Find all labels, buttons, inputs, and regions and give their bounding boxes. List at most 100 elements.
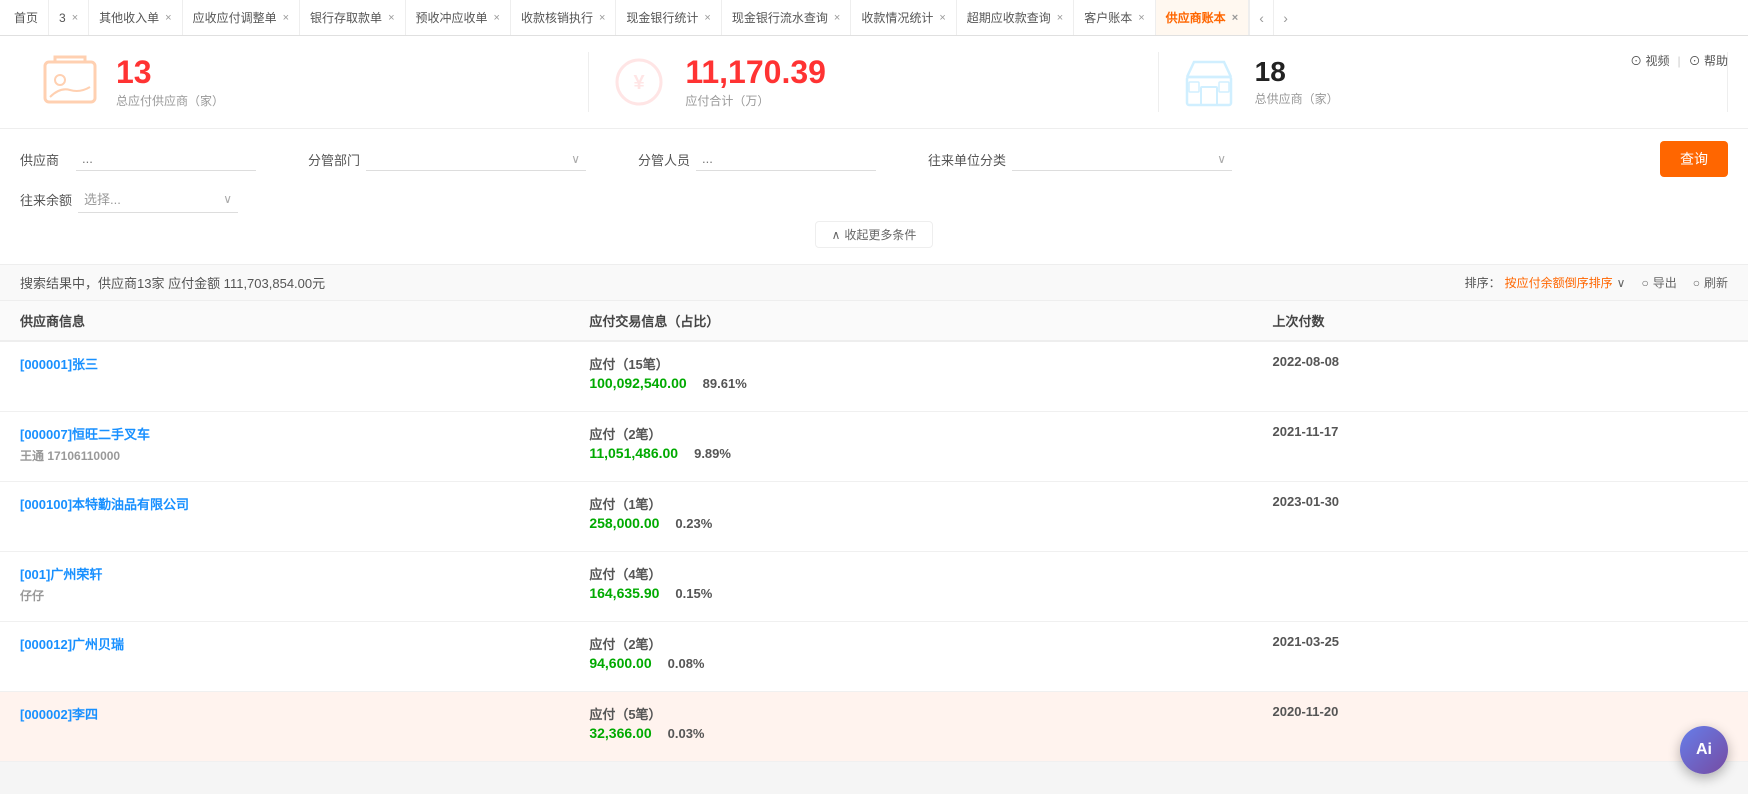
table-header: 供应商信息 应付交易信息（占比） 上次付数 [0,301,1748,342]
close-icon[interactable]: × [704,12,710,24]
nav-tab-bank-deposit[interactable]: 银行存取款单 × [300,0,405,36]
tx-amount[interactable]: 94,600.00 [589,655,651,671]
close-icon[interactable]: × [388,12,394,24]
export-icon: ○ [1641,276,1648,290]
ap-amount-label: 应付合计（万） [685,92,826,109]
col-header-supplier: 供应商信息 [20,311,589,330]
video-link[interactable]: ⊙ 视频 [1630,52,1669,69]
nav-tab-prepay[interactable]: 预收冲应收单 × [406,0,511,36]
nav-tab-overdue[interactable]: 超期应收款查询 × [957,0,1074,36]
tx-pct: 9.89% [694,446,731,461]
ai-button[interactable]: Ai [1680,726,1728,774]
last-pay-date: 2021-11-17 [1273,424,1339,439]
nav-tab-3[interactable]: 3 × [49,0,89,36]
supplier-name-link[interactable]: [000007]恒旺二手叉车 [20,427,150,442]
close-icon[interactable]: × [834,12,840,24]
tx-amount[interactable]: 100,092,540.00 [589,375,686,391]
chevron-down-icon: ∨ [223,192,232,206]
nav-tab-payment-exec[interactable]: 收款核销执行 × [511,0,616,36]
close-icon[interactable]: × [939,12,945,24]
last-pay-date: 2023-01-30 [1273,494,1340,509]
ap-amount-number: 11,170.39 [685,56,826,88]
nav-tab-customer-ledger[interactable]: 客户账本 × [1074,0,1155,36]
tx-desc: 应付（1笔） [589,494,1272,513]
tx-amount[interactable]: 11,051,486.00 [589,445,678,461]
nav-tab-payment-exec-label: 收款核销执行 [521,9,593,26]
nav-tab-supplier-ledger[interactable]: 供应商账本 × [1156,0,1249,36]
nav-tab-other-income[interactable]: 其他收入单 × [89,0,182,36]
refresh-button[interactable]: ○ 刷新 [1693,274,1728,291]
nav-tab-customer-ledger-label: 客户账本 [1084,9,1132,26]
supplier-name-link[interactable]: [000001]张三 [20,357,98,372]
balance-filter-select[interactable]: 选择... ∨ [78,185,238,213]
supplier-filter-input[interactable] [76,147,256,171]
summary-ap-suppliers-info: 13 总应付供应商（家） [116,56,224,109]
person-filter-input[interactable] [696,147,876,171]
svg-text:¥: ¥ [634,72,646,94]
nav-tab-ar-ap-adjust[interactable]: 应收应付调整单 × [183,0,300,36]
category-filter-select[interactable]: ∨ [1012,148,1232,171]
tx-pct: 89.61% [703,376,747,391]
sort-arrow-icon: ∨ [1617,276,1626,290]
transaction-cell: 应付（4笔） 164,635.90 0.15% [589,564,1272,601]
ap-suppliers-number: 13 [116,56,224,88]
last-pay-date: 2022-08-08 [1273,354,1340,369]
collapse-button[interactable]: ∧ 收起更多条件 [815,221,934,248]
supplier-contact: 王通 17106110000 [20,447,589,464]
query-button[interactable]: 查询 [1660,141,1728,177]
supplier-name-link[interactable]: [000002]李四 [20,707,98,722]
tx-desc: 应付（5笔） [589,704,1272,723]
tx-amount[interactable]: 164,635.90 [589,585,659,601]
dept-filter-select[interactable]: ∨ [366,148,586,171]
tx-amount[interactable]: 32,366.00 [589,725,651,741]
nav-tab-cash-bank-stat-label: 现金银行统计 [626,9,698,26]
close-icon[interactable]: × [72,12,78,24]
table-row: [000002]李四 应付（5笔） 32,366.00 0.03% 2020-1… [0,692,1748,762]
nav-tab-home-label: 首页 [14,9,38,26]
supplier-info-cell: [000007]恒旺二手叉车 王通 17106110000 [20,424,589,464]
help-link[interactable]: ⊙ 帮助 [1689,52,1728,69]
person-filter-label: 分管人员 [638,150,690,169]
nav-tab-payment-stat[interactable]: 收款情况统计 × [851,0,956,36]
last-pay-cell: 2023-01-30 [1273,494,1728,509]
nav-tab-overdue-label: 超期应收款查询 [967,9,1051,26]
supplier-name-link[interactable]: [000012]广州贝瑞 [20,637,124,652]
top-navigation: 首页 3 × 其他收入单 × 应收应付调整单 × 银行存取款单 × 预收冲应收单… [0,0,1748,36]
filter-category: 往来单位分类 ∨ [928,148,1232,171]
nav-tab-home[interactable]: 首页 [4,0,49,36]
category-filter-label: 往来单位分类 [928,150,1006,169]
close-icon[interactable]: × [1057,12,1063,24]
tx-amount[interactable]: 258,000.00 [589,515,659,531]
right-tools: 排序： 按应付余额倒序排序 ∨ ○ 导出 ○ 刷新 [1465,274,1728,291]
nav-tab-cash-bank-flow[interactable]: 现金银行流水查询 × [722,0,851,36]
last-pay-cell: 2021-03-25 [1273,634,1728,649]
close-icon[interactable]: × [1232,12,1238,24]
supplier-info-cell: [000012]广州贝瑞 [20,634,589,657]
close-icon[interactable]: × [165,12,171,24]
total-suppliers-number: 18 [1255,58,1339,86]
filter-supplier: 供应商 [20,147,256,171]
close-icon[interactable]: × [494,12,500,24]
export-button[interactable]: ○ 导出 [1641,274,1676,291]
supplier-contact: 仔仔 [20,587,589,604]
close-icon[interactable]: × [1138,12,1144,24]
supplier-info-cell: [001]广州荣轩 仔仔 [20,564,589,604]
tx-desc: 应付（2笔） [589,634,1272,653]
last-pay-date: 2020-11-20 [1273,704,1339,719]
close-icon[interactable]: × [599,12,605,24]
transaction-cell: 应付（2笔） 11,051,486.00 9.89% [589,424,1272,461]
sort-control[interactable]: 排序： 按应付余额倒序排序 ∨ [1465,274,1626,291]
nav-prev-arrow[interactable]: ‹ [1249,0,1273,36]
nav-tab-cash-bank-stat[interactable]: 现金银行统计 × [616,0,721,36]
supplier-name-link[interactable]: [000100]本特勤油品有限公司 [20,497,189,512]
filter-dept: 分管部门 ∨ [308,148,586,171]
close-icon[interactable]: × [283,12,289,24]
balance-select-text: 选择... [84,189,121,208]
transaction-cell: 应付（5笔） 32,366.00 0.03% [589,704,1272,741]
supplier-name-link[interactable]: [001]广州荣轩 [20,567,102,582]
nav-next-arrow[interactable]: › [1273,0,1297,36]
top-right-links: ⊙ 视频 | ⊙ 帮助 [1630,52,1728,69]
data-table: 供应商信息 应付交易信息（占比） 上次付数 [000001]张三 应付（15笔）… [0,301,1748,762]
tx-desc: 应付（4笔） [589,564,1272,583]
table-row: [000100]本特勤油品有限公司 应付（1笔） 258,000.00 0.23… [0,482,1748,552]
